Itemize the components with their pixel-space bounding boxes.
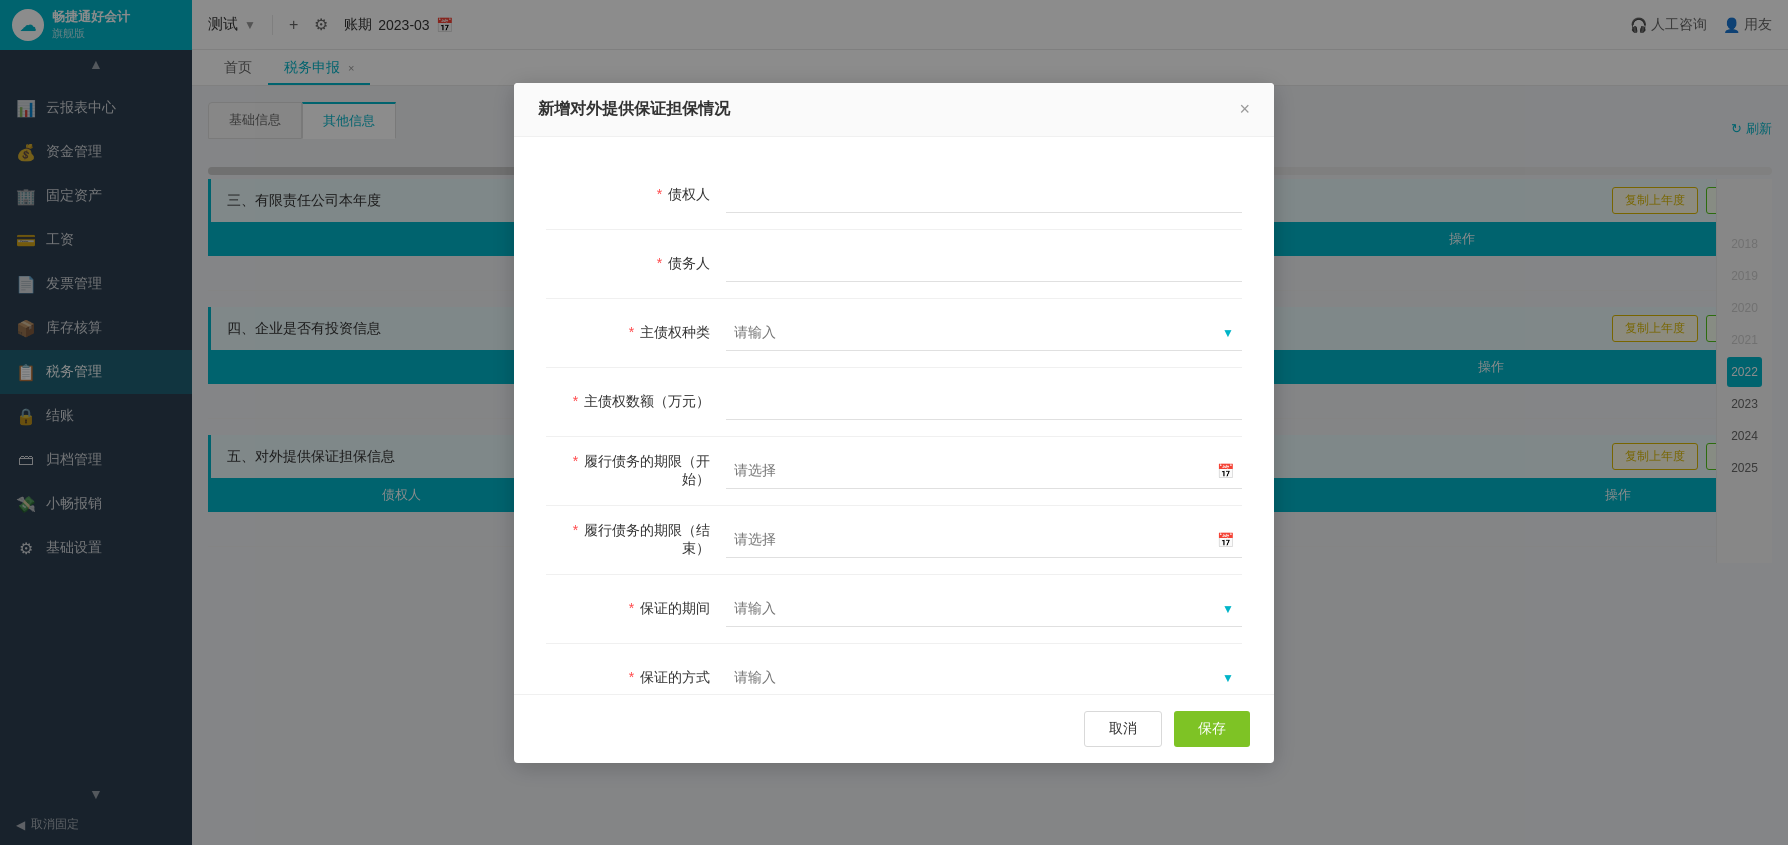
period-start-date-wrapper: 📅 [726, 453, 1242, 489]
guarantee-period-select[interactable] [726, 591, 1242, 627]
guarantee-period-field: ▼ [726, 591, 1242, 627]
dialog-body: * 债权人 * 债务人 * [514, 137, 1274, 694]
period-end-label: * 履行债务的期限（结束） [546, 522, 726, 558]
claim-type-field: ▼ [726, 315, 1242, 351]
period-start-label-text: 履行债务的期限（开始） [584, 453, 710, 487]
claim-type-select[interactable] [726, 315, 1242, 351]
claim-amount-field [726, 384, 1242, 420]
debtor-label-text: 债务人 [668, 255, 710, 271]
guarantee-period-select-wrapper: ▼ [726, 591, 1242, 627]
form-row-guarantee-period: * 保证的期间 ▼ [546, 575, 1242, 644]
dialog-title: 新增对外提供保证担保情况 [538, 99, 730, 120]
period-end-date-wrapper: 📅 [726, 522, 1242, 558]
guarantee-period-label-text: 保证的期间 [640, 600, 710, 616]
required-mark: * [629, 669, 634, 685]
form-row-claim-amount: * 主债权数额（万元） [546, 368, 1242, 437]
guarantee-method-label-text: 保证的方式 [640, 669, 710, 685]
form-row-creditor: * 债权人 [546, 161, 1242, 230]
form-row-period-end: * 履行债务的期限（结束） 📅 [546, 506, 1242, 575]
required-mark: * [657, 186, 662, 202]
creditor-input[interactable] [726, 177, 1242, 213]
dialog: 新增对外提供保证担保情况 × * 债权人 * 债务人 [514, 83, 1274, 763]
period-start-label: * 履行债务的期限（开始） [546, 453, 726, 489]
form-row-guarantee-method: * 保证的方式 ▼ [546, 644, 1242, 694]
cancel-button[interactable]: 取消 [1084, 711, 1162, 747]
dialog-header: 新增对外提供保证担保情况 × [514, 83, 1274, 137]
creditor-label-text: 债权人 [668, 186, 710, 202]
period-end-label-text: 履行债务的期限（结束） [584, 522, 710, 556]
claim-amount-label: * 主债权数额（万元） [546, 393, 726, 411]
dialog-footer: 取消 保存 [514, 694, 1274, 763]
guarantee-period-label: * 保证的期间 [546, 600, 726, 618]
required-mark: * [573, 522, 578, 538]
claim-amount-input[interactable] [726, 384, 1242, 420]
debtor-label: * 债务人 [546, 255, 726, 273]
period-start-calendar-icon[interactable]: 📅 [1217, 463, 1234, 479]
period-end-calendar-icon[interactable]: 📅 [1217, 532, 1234, 548]
debtor-field [726, 246, 1242, 282]
guarantee-method-select[interactable] [726, 660, 1242, 694]
required-mark: * [657, 255, 662, 271]
form-row-period-start: * 履行债务的期限（开始） 📅 [546, 437, 1242, 506]
period-start-input[interactable] [726, 453, 1242, 489]
form-row-claim-type: * 主债权种类 ▼ [546, 299, 1242, 368]
guarantee-method-label: * 保证的方式 [546, 669, 726, 687]
period-start-field: 📅 [726, 453, 1242, 489]
debtor-input[interactable] [726, 246, 1242, 282]
dialog-overlay: 新增对外提供保证担保情况 × * 债权人 * 债务人 [0, 0, 1788, 845]
claim-type-label: * 主债权种类 [546, 324, 726, 342]
creditor-label: * 债权人 [546, 186, 726, 204]
period-end-input[interactable] [726, 522, 1242, 558]
period-end-field: 📅 [726, 522, 1242, 558]
required-mark: * [573, 453, 578, 469]
creditor-field [726, 177, 1242, 213]
claim-amount-label-text: 主债权数额（万元） [584, 393, 710, 409]
dialog-close-button[interactable]: × [1239, 100, 1250, 118]
required-mark: * [573, 393, 578, 409]
claim-type-label-text: 主债权种类 [640, 324, 710, 340]
required-mark: * [629, 324, 634, 340]
save-button[interactable]: 保存 [1174, 711, 1250, 747]
guarantee-method-field: ▼ [726, 660, 1242, 694]
required-mark: * [629, 600, 634, 616]
guarantee-method-select-wrapper: ▼ [726, 660, 1242, 694]
form-row-debtor: * 债务人 [546, 230, 1242, 299]
claim-type-select-wrapper: ▼ [726, 315, 1242, 351]
